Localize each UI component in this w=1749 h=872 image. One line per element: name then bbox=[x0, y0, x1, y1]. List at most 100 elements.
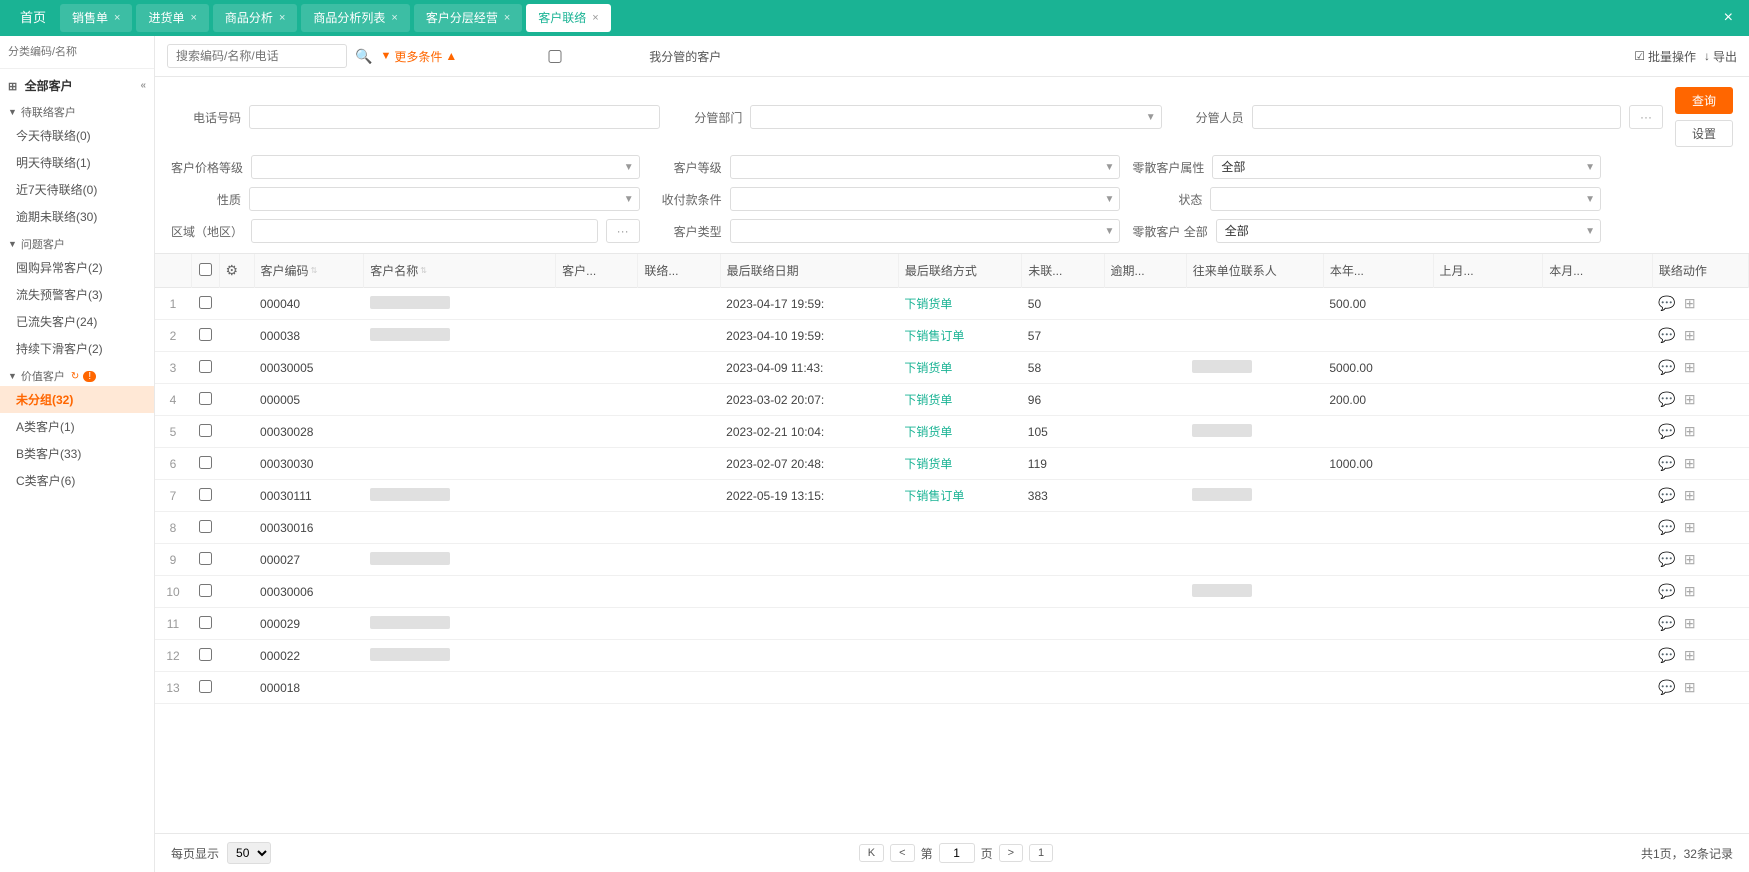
row-checkbox[interactable] bbox=[199, 584, 212, 597]
sidebar-search-input[interactable] bbox=[8, 46, 150, 58]
area-dots-button[interactable]: ··· bbox=[606, 219, 640, 243]
chat-icon[interactable]: 💬 bbox=[1658, 647, 1675, 664]
price-level-select[interactable] bbox=[251, 155, 640, 179]
batch-ops-link[interactable]: ☑ 批量操作 bbox=[1634, 48, 1696, 65]
chat-icon[interactable]: 💬 bbox=[1658, 679, 1675, 696]
person-input[interactable] bbox=[1252, 105, 1621, 129]
chat-icon[interactable]: 💬 bbox=[1658, 487, 1675, 504]
row-checkbox[interactable] bbox=[199, 488, 212, 501]
search-button[interactable]: 🔍 bbox=[355, 48, 372, 65]
grid-action-icon[interactable]: ⊞ bbox=[1684, 487, 1696, 504]
chat-icon[interactable]: 💬 bbox=[1658, 583, 1675, 600]
export-link[interactable]: ↓ 导出 bbox=[1704, 48, 1737, 65]
cell-check[interactable] bbox=[191, 352, 219, 384]
chat-icon[interactable]: 💬 bbox=[1658, 295, 1675, 312]
person-dots-button[interactable]: ··· bbox=[1629, 105, 1663, 129]
sidebar-item-class-a[interactable]: A类客户(1) bbox=[0, 413, 154, 440]
last-way-link[interactable]: 下销货单 bbox=[904, 457, 952, 471]
customer-type-select[interactable] bbox=[730, 219, 1121, 243]
prev-page-button[interactable]: < bbox=[890, 844, 914, 862]
grid-action-icon[interactable]: ⊞ bbox=[1684, 327, 1696, 344]
row-checkbox[interactable] bbox=[199, 680, 212, 693]
cell-check[interactable] bbox=[191, 288, 219, 320]
last-way-link[interactable]: 下销货单 bbox=[904, 425, 952, 439]
home-tab[interactable]: 首页 bbox=[8, 0, 58, 36]
sidebar-all-customers[interactable]: ⊞ 全部客户 « bbox=[0, 69, 154, 98]
cell-check[interactable] bbox=[191, 384, 219, 416]
tab-analysis[interactable]: 商品分析 × bbox=[213, 4, 297, 32]
tab-analysis-list-close[interactable]: × bbox=[391, 4, 397, 32]
dept-select[interactable] bbox=[750, 105, 1161, 129]
refresh-badge[interactable]: ↻ bbox=[71, 371, 79, 382]
last-way-link[interactable]: 下销售订单 bbox=[904, 329, 964, 343]
last-way-link[interactable]: 下销售订单 bbox=[904, 489, 964, 503]
tab-analysis-list[interactable]: 商品分析列表 × bbox=[301, 4, 409, 32]
row-checkbox[interactable] bbox=[199, 520, 212, 533]
chat-icon[interactable]: 💬 bbox=[1658, 327, 1675, 344]
col-header-settings[interactable]: ⚙ bbox=[219, 254, 254, 288]
tab-sales[interactable]: 销售单 × bbox=[60, 4, 132, 32]
grid-action-icon[interactable]: ⊞ bbox=[1684, 647, 1696, 664]
row-checkbox[interactable] bbox=[199, 392, 212, 405]
retail-customer-select[interactable]: 全部 bbox=[1216, 219, 1601, 243]
more-conditions-link[interactable]: ▼ 更多条件 ▲ bbox=[380, 48, 457, 65]
tab-customer-segment[interactable]: 客户分层经营 × bbox=[414, 4, 522, 32]
sidebar-item-churn-warning[interactable]: 流失预警客户(3) bbox=[0, 281, 154, 308]
cell-check[interactable] bbox=[191, 576, 219, 608]
grid-action-icon[interactable]: ⊞ bbox=[1684, 583, 1696, 600]
grid-action-icon[interactable]: ⊞ bbox=[1684, 359, 1696, 376]
row-checkbox[interactable] bbox=[199, 328, 212, 341]
sidebar-item-class-c[interactable]: C类客户(6) bbox=[0, 467, 154, 494]
next-page-button[interactable]: > bbox=[999, 844, 1023, 862]
cell-check[interactable] bbox=[191, 512, 219, 544]
customer-level-select[interactable] bbox=[730, 155, 1121, 179]
grid-action-icon[interactable]: ⊞ bbox=[1684, 391, 1696, 408]
sidebar-item-hoarding[interactable]: 囤购异常客户(2) bbox=[0, 254, 154, 281]
tab-sales-close[interactable]: × bbox=[114, 4, 120, 32]
per-page-select[interactable]: 50 bbox=[227, 842, 271, 864]
nature-select[interactable] bbox=[249, 187, 640, 211]
phone-input[interactable] bbox=[249, 105, 660, 129]
cell-check[interactable] bbox=[191, 480, 219, 512]
tab-customer-segment-close[interactable]: × bbox=[504, 4, 510, 32]
sidebar-item-churned[interactable]: 已流失客户(24) bbox=[0, 308, 154, 335]
tab-customer-contact-close[interactable]: × bbox=[592, 4, 598, 32]
my-customers-checkbox[interactable] bbox=[465, 50, 645, 63]
grid-action-icon[interactable]: ⊞ bbox=[1684, 551, 1696, 568]
grid-action-icon[interactable]: ⊞ bbox=[1684, 455, 1696, 472]
tab-purchase[interactable]: 进货单 × bbox=[136, 4, 208, 32]
row-checkbox[interactable] bbox=[199, 296, 212, 309]
group-pending-contact[interactable]: ▼ 待联络客户 bbox=[0, 98, 154, 122]
last-way-link[interactable]: 下销货单 bbox=[904, 361, 952, 375]
cell-check[interactable] bbox=[191, 640, 219, 672]
last-page-button[interactable]: 1 bbox=[1029, 844, 1053, 862]
first-page-button[interactable]: K bbox=[859, 844, 884, 862]
query-button[interactable]: 查询 bbox=[1675, 87, 1733, 114]
sidebar-item-tomorrow[interactable]: 明天待联络(1) bbox=[0, 149, 154, 176]
sidebar-item-today[interactable]: 今天待联络(0) bbox=[0, 122, 154, 149]
group-problem-customers[interactable]: ▼ 问题客户 bbox=[0, 230, 154, 254]
chat-icon[interactable]: 💬 bbox=[1658, 359, 1675, 376]
row-checkbox[interactable] bbox=[199, 360, 212, 373]
cell-check[interactable] bbox=[191, 672, 219, 704]
row-checkbox[interactable] bbox=[199, 456, 212, 469]
grid-action-icon[interactable]: ⊞ bbox=[1684, 519, 1696, 536]
select-all-checkbox[interactable] bbox=[199, 263, 212, 276]
search-input[interactable] bbox=[167, 44, 347, 68]
cell-check[interactable] bbox=[191, 416, 219, 448]
chat-icon[interactable]: 💬 bbox=[1658, 551, 1675, 568]
cell-check[interactable] bbox=[191, 320, 219, 352]
grid-action-icon[interactable]: ⊞ bbox=[1684, 295, 1696, 312]
pay-terms-select[interactable] bbox=[730, 187, 1121, 211]
row-checkbox[interactable] bbox=[199, 648, 212, 661]
sidebar-item-overdue[interactable]: 逾期未联络(30) bbox=[0, 203, 154, 230]
sidebar-item-ungrouped[interactable]: 未分组(32) bbox=[0, 386, 154, 413]
settings-gear-icon[interactable]: ⚙ bbox=[226, 262, 239, 278]
reset-button[interactable]: 设置 bbox=[1675, 120, 1733, 147]
chat-icon[interactable]: 💬 bbox=[1658, 519, 1675, 536]
grid-action-icon[interactable]: ⊞ bbox=[1684, 679, 1696, 696]
status-select[interactable] bbox=[1210, 187, 1601, 211]
chat-icon[interactable]: 💬 bbox=[1658, 455, 1675, 472]
page-number-input[interactable] bbox=[939, 843, 975, 863]
group-value-customers[interactable]: ▼ 价值客户 ↻ ! bbox=[0, 362, 154, 386]
